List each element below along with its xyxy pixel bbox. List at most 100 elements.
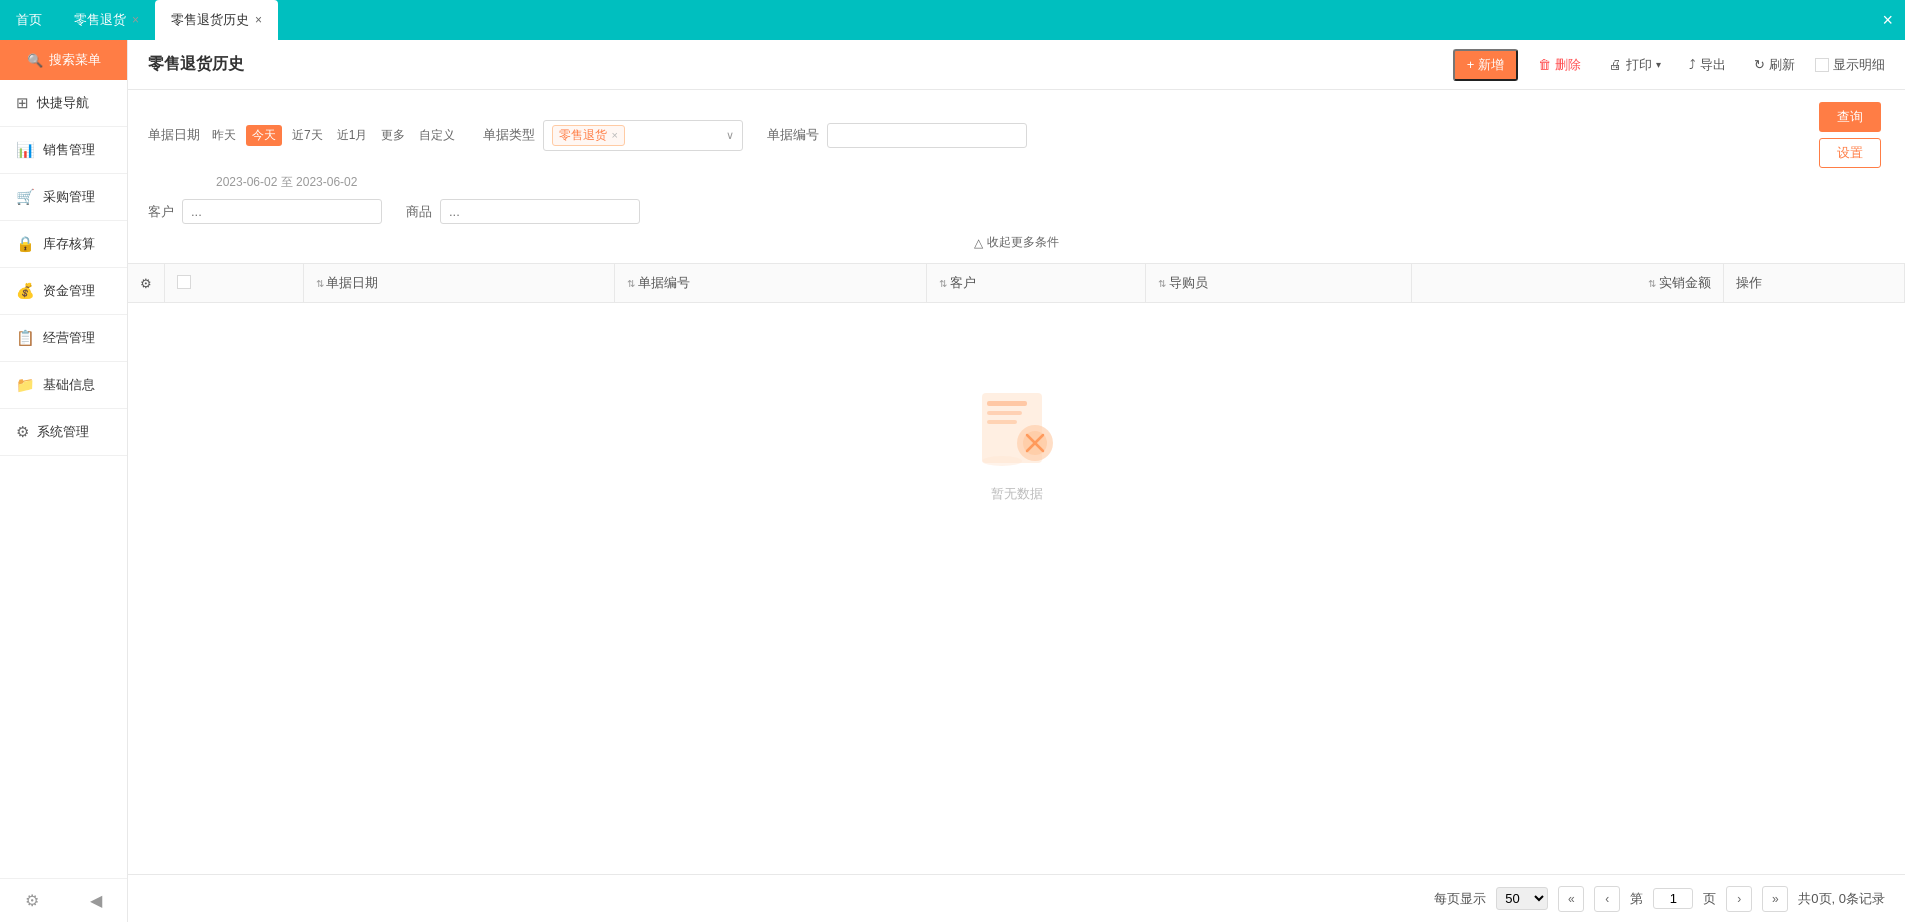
table-wrap: ⚙ ⇅ 单据日期 ⇅ 单据编号 <box>128 264 1905 874</box>
operations-icon: 📋 <box>16 329 35 347</box>
search-icon: 🔍 <box>27 53 43 68</box>
filter-row-1: 单据日期 昨天 今天 近7天 近1月 更多 自定义 单据类型 <box>148 102 1885 168</box>
collapse-button[interactable]: △ 收起更多条件 <box>148 234 1885 251</box>
page-size-label: 每页显示 <box>1434 890 1486 908</box>
type-tags: 零售退货 × <box>552 125 624 146</box>
filter-area: 单据日期 昨天 今天 近7天 近1月 更多 自定义 单据类型 <box>128 90 1905 264</box>
empty-text: 暂无数据 <box>991 485 1043 503</box>
filter-settings-button[interactable]: 设置 <box>1819 138 1881 168</box>
sidebar-search[interactable]: 🔍 搜索菜单 <box>0 40 127 80</box>
shortcut-yesterday[interactable]: 昨天 <box>208 125 240 146</box>
sidebar-item-sales-mgmt[interactable]: 📊 销售管理 <box>0 127 127 174</box>
top-nav: 首页 零售退货 × 零售退货历史 × × <box>0 0 1905 40</box>
customer-input[interactable] <box>182 199 382 224</box>
shortcut-7days[interactable]: 近7天 <box>288 125 327 146</box>
goods-input[interactable] <box>440 199 640 224</box>
settings-gear-icon[interactable]: ⚙ <box>25 891 39 910</box>
filter-right-buttons: 查询 设置 <box>1819 102 1885 168</box>
last-page-button[interactable]: » <box>1762 886 1788 912</box>
svg-point-8 <box>982 456 1022 466</box>
type-tag-remove[interactable]: × <box>611 129 617 141</box>
header-checkbox[interactable] <box>177 275 191 289</box>
collapse-sidebar-icon[interactable]: ◀ <box>90 891 102 910</box>
total-info: 共0页, 0条记录 <box>1798 890 1885 908</box>
prev-page-button[interactable]: ‹ <box>1594 886 1620 912</box>
page-label: 第 <box>1630 890 1643 908</box>
collapse-icon: △ <box>974 236 983 250</box>
print-chevron-icon: ▾ <box>1656 59 1661 70</box>
purchase-icon: 🛒 <box>16 188 35 206</box>
tab-retail-return-history-close[interactable]: × <box>255 13 262 27</box>
col-action: 操作 <box>1723 264 1904 303</box>
sort-date-icon: ⇅ <box>316 278 327 289</box>
date-filter-field: 单据日期 昨天 今天 近7天 近1月 更多 自定义 <box>148 125 459 146</box>
print-button[interactable]: 🖨 打印 ▾ <box>1601 52 1669 78</box>
tab-retail-return-close[interactable]: × <box>132 13 139 27</box>
sidebar-item-operations[interactable]: 📋 经营管理 <box>0 315 127 362</box>
quick-nav-icon: ⊞ <box>16 94 29 112</box>
sidebar-item-inventory[interactable]: 🔒 库存核算 <box>0 221 127 268</box>
query-button[interactable]: 查询 <box>1819 102 1881 132</box>
empty-state: 暂无数据 <box>128 303 1905 583</box>
refresh-button[interactable]: ↻ 刷新 <box>1746 52 1803 78</box>
col-guide[interactable]: ⇅ 导购员 <box>1146 264 1412 303</box>
svg-rect-3 <box>987 420 1017 424</box>
sort-guide-icon: ⇅ <box>1158 278 1169 289</box>
customer-filter-field: 客户 <box>148 199 382 224</box>
type-filter-field: 单据类型 零售退货 × ∨ <box>483 120 743 151</box>
main-content: 零售退货历史 + 新增 🗑 删除 🖨 打印 ▾ ⤴ 导出 ↻ <box>128 40 1905 922</box>
pagination-bar: 每页显示 50 20 100 « ‹ 第 页 › » 共0页, 0条记录 <box>128 874 1905 922</box>
page-number-input[interactable] <box>1653 888 1693 909</box>
delete-icon: 🗑 <box>1538 57 1551 72</box>
show-detail-label: 显示明细 <box>1815 56 1885 74</box>
tab-retail-return[interactable]: 零售退货 × <box>58 0 155 40</box>
col-checkbox[interactable] <box>165 264 304 303</box>
shortcut-more[interactable]: 更多 <box>377 125 409 146</box>
show-detail-checkbox[interactable] <box>1815 58 1829 72</box>
tab-retail-return-history[interactable]: 零售退货历史 × <box>155 0 278 40</box>
top-nav-right: × <box>1882 10 1905 31</box>
shortcut-today[interactable]: 今天 <box>246 125 282 146</box>
sidebar: 🔍 搜索菜单 ⊞ 快捷导航 📊 销售管理 🛒 采购管理 🔒 库存核算 💰 资金管… <box>0 40 128 922</box>
col-amount[interactable]: ⇅ 实销金额 <box>1412 264 1724 303</box>
sort-amount-icon: ⇅ <box>1648 278 1659 289</box>
sidebar-item-system-mgmt[interactable]: ⚙ 系统管理 <box>0 409 127 456</box>
svg-rect-2 <box>987 411 1022 415</box>
sidebar-item-purchase-mgmt[interactable]: 🛒 采购管理 <box>0 174 127 221</box>
col-date[interactable]: ⇅ 单据日期 <box>303 264 615 303</box>
date-shortcuts: 昨天 今天 近7天 近1月 更多 自定义 <box>208 125 459 146</box>
goods-filter-field: 商品 <box>406 199 640 224</box>
first-page-button[interactable]: « <box>1558 886 1584 912</box>
sidebar-item-basic-info[interactable]: 📁 基础信息 <box>0 362 127 409</box>
col-gear[interactable]: ⚙ <box>128 264 165 303</box>
sort-customer-icon: ⇅ <box>939 278 950 289</box>
shortcut-custom[interactable]: 自定义 <box>415 125 459 146</box>
main-layout: 🔍 搜索菜单 ⊞ 快捷导航 📊 销售管理 🛒 采购管理 🔒 库存核算 💰 资金管… <box>0 40 1905 922</box>
page-size-select[interactable]: 50 20 100 <box>1496 887 1548 910</box>
finance-icon: 💰 <box>16 282 35 300</box>
basic-info-icon: 📁 <box>16 376 35 394</box>
shortcut-1month[interactable]: 近1月 <box>333 125 372 146</box>
window-close-icon[interactable]: × <box>1882 10 1893 31</box>
sidebar-item-quick-nav[interactable]: ⊞ 快捷导航 <box>0 80 127 127</box>
new-button[interactable]: + 新增 <box>1453 49 1518 81</box>
col-customer[interactable]: ⇅ 客户 <box>927 264 1146 303</box>
system-icon: ⚙ <box>16 423 29 441</box>
table-header: ⚙ ⇅ 单据日期 ⇅ 单据编号 <box>128 264 1905 303</box>
delete-button[interactable]: 🗑 删除 <box>1530 52 1589 78</box>
next-page-button[interactable]: › <box>1726 886 1752 912</box>
col-number[interactable]: ⇅ 单据编号 <box>615 264 927 303</box>
filter-row-2: 客户 商品 <box>148 199 1885 224</box>
type-select[interactable]: 零售退货 × ∨ <box>543 120 743 151</box>
svg-rect-1 <box>987 401 1027 406</box>
tab-home[interactable]: 首页 <box>0 0 58 40</box>
inventory-icon: 🔒 <box>16 235 35 253</box>
sidebar-item-finance[interactable]: 💰 资金管理 <box>0 268 127 315</box>
sort-number-icon: ⇅ <box>627 278 638 289</box>
number-filter-field: 单据编号 <box>767 123 1027 148</box>
date-range-display: 2023-06-02 至 2023-06-02 <box>216 175 357 189</box>
number-input[interactable] <box>827 123 1027 148</box>
type-chevron-icon: ∨ <box>726 129 734 142</box>
data-table: ⚙ ⇅ 单据日期 ⇅ 单据编号 <box>128 264 1905 303</box>
export-button[interactable]: ⤴ 导出 <box>1681 52 1734 78</box>
